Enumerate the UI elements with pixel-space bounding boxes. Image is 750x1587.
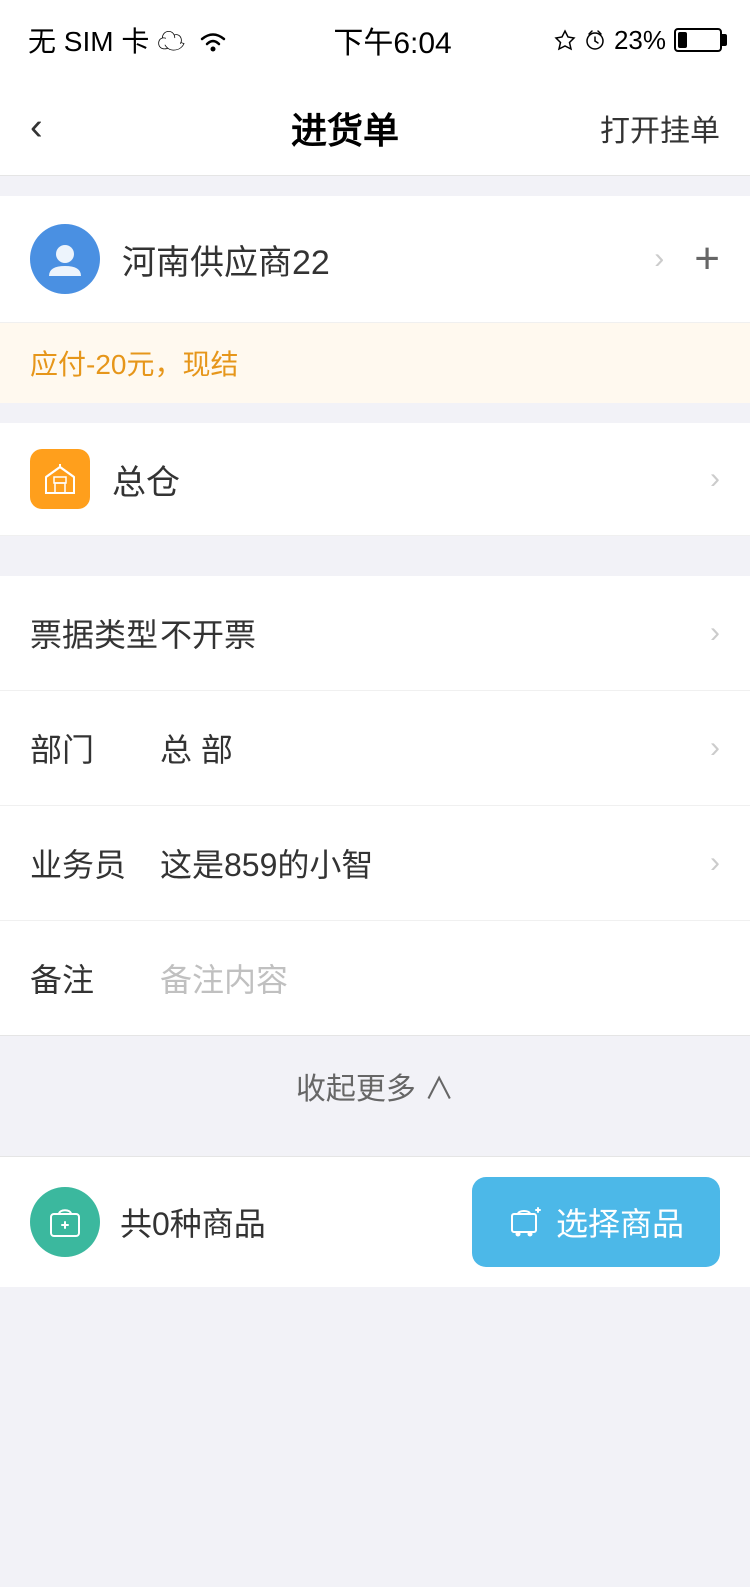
open-pending-button[interactable]: 打开挂单: [600, 106, 720, 150]
note-input[interactable]: 备注内容: [160, 955, 720, 1001]
salesperson-row[interactable]: 业务员 这是859的小智 ›: [0, 806, 750, 921]
invoice-type-row[interactable]: 票据类型 不开票 ›: [0, 576, 750, 691]
cart-icon: [508, 1204, 544, 1240]
salesperson-chevron-icon: ›: [710, 846, 720, 880]
product-count: 共0种商品: [120, 1199, 472, 1245]
page-background: [0, 1287, 750, 1587]
note-label: 备注: [30, 955, 160, 1001]
department-chevron-icon: ›: [710, 731, 720, 765]
select-product-button[interactable]: 选择商品: [472, 1177, 720, 1267]
product-icon-wrap: [30, 1187, 100, 1257]
salesperson-label: 业务员: [30, 840, 160, 886]
supplier-section: 河南供应商22 › + 应付-20元，现结: [0, 196, 750, 403]
status-left: 无 SIM 卡 ☁: [28, 20, 231, 60]
status-bar: 无 SIM 卡 ☁ 下午6:04 23%: [0, 0, 750, 80]
note-row[interactable]: 备注 备注内容: [0, 921, 750, 1035]
warehouse-icon: [30, 449, 90, 509]
house-icon: [42, 461, 78, 497]
add-supplier-button[interactable]: +: [694, 237, 720, 281]
page-title: 进货单: [90, 102, 600, 154]
department-label: 部门: [30, 725, 160, 771]
location-icon: [554, 29, 576, 51]
supplier-chevron-icon: ›: [654, 242, 664, 276]
alarm-icon: [584, 29, 606, 51]
invoice-label: 票据类型: [30, 610, 160, 656]
section-gap-3: [0, 536, 750, 556]
supplier-avatar: [30, 224, 100, 294]
status-right: 23%: [554, 25, 722, 56]
invoice-chevron-icon: ›: [710, 616, 720, 650]
back-button[interactable]: ‹: [30, 106, 90, 149]
invoice-value: 不开票: [160, 610, 710, 656]
salesperson-value: 这是859的小智: [160, 840, 710, 886]
sim-signal: 无 SIM 卡 ☁: [28, 20, 185, 60]
notice-banner: 应付-20元，现结: [0, 323, 750, 403]
product-bar: 共0种商品 选择商品: [0, 1156, 750, 1287]
warehouse-row[interactable]: 总仓 ›: [0, 423, 750, 536]
status-time: 下午6:04: [333, 18, 451, 62]
nav-bar: ‹ 进货单 打开挂单: [0, 80, 750, 176]
warehouse-chevron-icon: ›: [710, 462, 720, 496]
select-product-label: 选择商品: [556, 1199, 684, 1245]
battery-icon: [674, 28, 722, 52]
warehouse-section: 总仓 ›: [0, 423, 750, 536]
collapse-button[interactable]: 收起更多 ∧: [0, 1035, 750, 1136]
form-section: 票据类型 不开票 › 部门 总 部 › 业务员 这是859的小智 › 备注 备注…: [0, 576, 750, 1035]
battery-percent: 23%: [614, 25, 666, 56]
product-icon: [45, 1202, 85, 1242]
user-icon: [44, 238, 86, 280]
wifi-icon: [195, 27, 231, 53]
section-gap-2: [0, 403, 750, 423]
supplier-row[interactable]: 河南供应商22 › +: [0, 196, 750, 323]
department-row[interactable]: 部门 总 部 ›: [0, 691, 750, 806]
supplier-name: 河南供应商22: [122, 235, 654, 284]
section-gap-1: [0, 176, 750, 196]
department-value: 总 部: [160, 725, 710, 771]
warehouse-name: 总仓: [112, 455, 710, 504]
